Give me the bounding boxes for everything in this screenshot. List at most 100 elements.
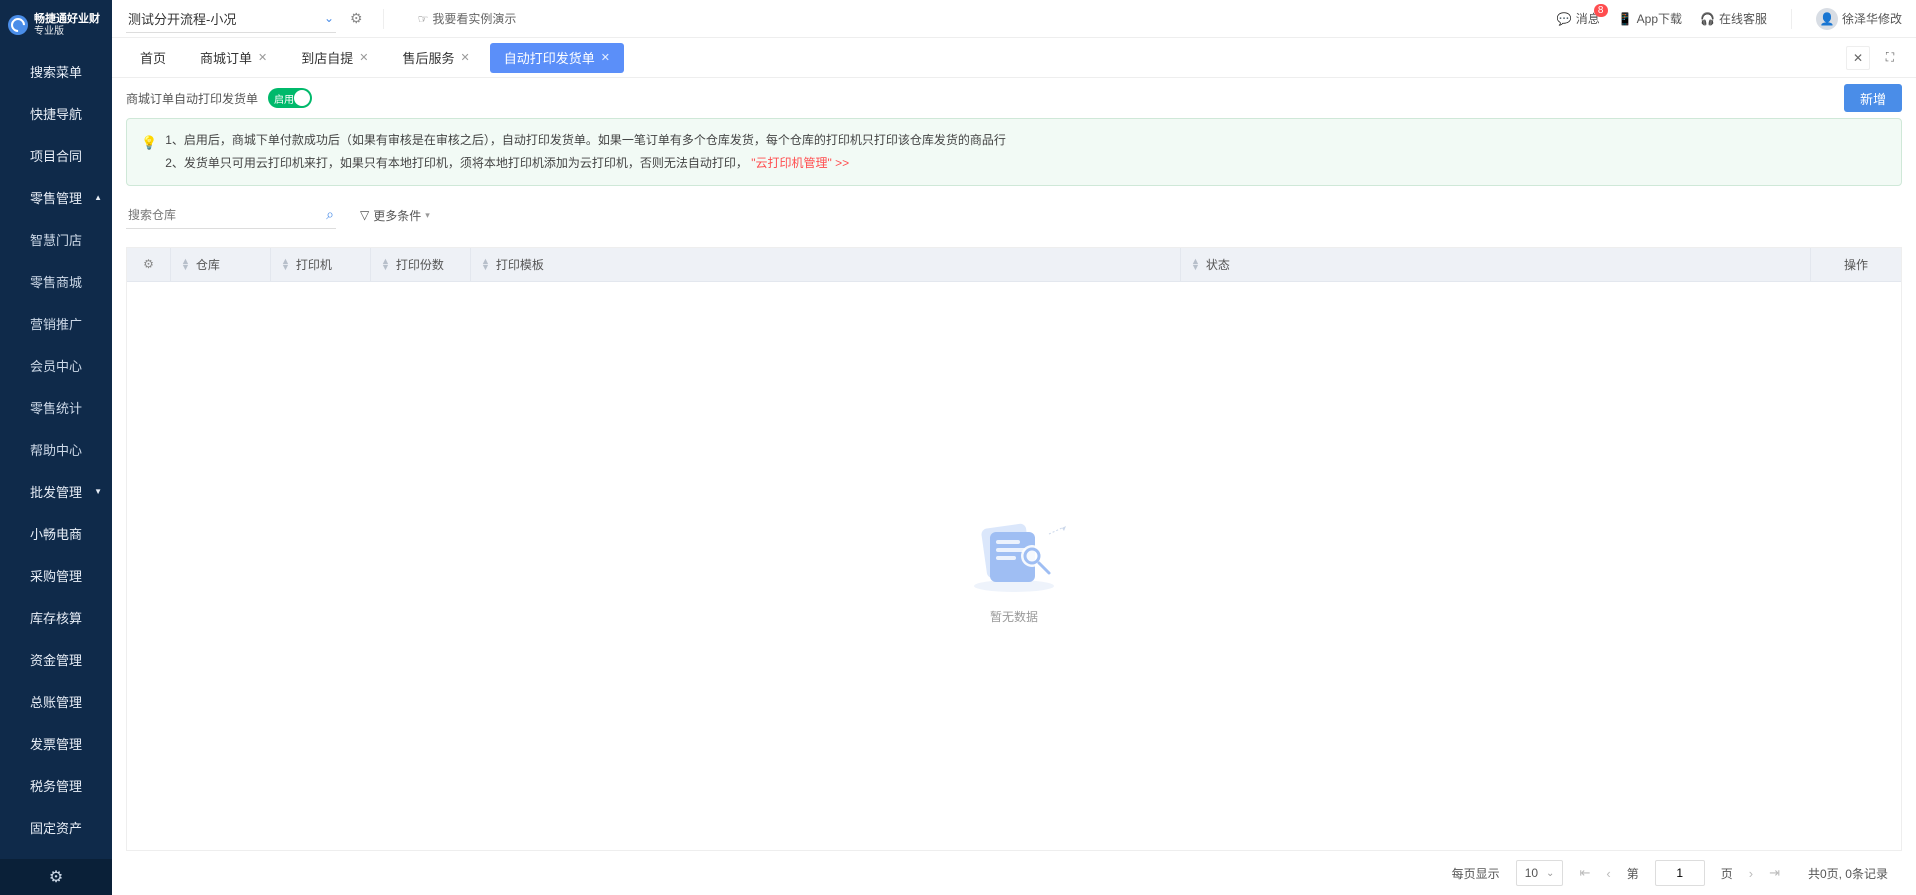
topbar: 测试分开流程-小况 ⌄ ⚙ ☞ 我要看实例演示 💬 消息 8 📱 App下载: [112, 0, 1916, 38]
tip-box: 💡 1、启用后，商城下单付款成功后（如果有审核是在审核之后），自动打印发货单。如…: [126, 118, 1902, 186]
sidebar-item-11[interactable]: 小畅电商: [0, 512, 112, 554]
tab-0[interactable]: 首页: [126, 43, 180, 73]
lightbulb-icon: 💡: [141, 131, 157, 175]
sort-icon: ▲▼: [181, 258, 190, 270]
sidebar-item-17[interactable]: 税务管理: [0, 764, 112, 806]
sidebar-item-label: 总账管理: [30, 692, 82, 711]
th-template[interactable]: ▲▼ 打印模板: [471, 248, 1181, 281]
tab-label: 到店自提: [301, 48, 353, 67]
chevron-icon: ▼: [94, 487, 102, 496]
tab-3[interactable]: 售后服务✕: [388, 43, 483, 73]
toolbar: 商城订单自动打印发货单 启用 新增: [112, 78, 1916, 118]
chevron-icon: ▲: [94, 193, 102, 202]
sidebar-item-label: 零售商城: [30, 272, 82, 291]
content: 💡 1、启用后，商城下单付款成功后（如果有审核是在审核之后），自动打印发货单。如…: [112, 118, 1916, 895]
headset-icon: 🎧: [1700, 12, 1715, 26]
per-page-value: 10: [1525, 866, 1538, 880]
sidebar-item-16[interactable]: 发票管理: [0, 722, 112, 764]
gear-icon[interactable]: [49, 867, 63, 887]
sidebar-item-13[interactable]: 库存核算: [0, 596, 112, 638]
chevron-down-icon: ⌄: [324, 11, 334, 25]
sidebar-item-5[interactable]: 零售商城: [0, 260, 112, 302]
empty-text: 暂无数据: [990, 608, 1038, 625]
sidebar-item-label: 快捷导航: [30, 104, 82, 123]
sidebar-item-label: 资金管理: [30, 650, 82, 669]
download-label: App下载: [1637, 10, 1682, 27]
sidebar-item-19[interactable]: 工资: [0, 848, 112, 859]
sidebar-item-9[interactable]: 帮助中心: [0, 428, 112, 470]
messages-badge: 8: [1594, 4, 1608, 17]
tab-2[interactable]: 到店自提 ✕: [287, 43, 382, 73]
sidebar-item-label: 搜索菜单: [30, 62, 82, 81]
first-page-button[interactable]: ⇤: [1579, 865, 1590, 881]
sidebar-item-label: 批发管理: [30, 482, 82, 501]
demo-link[interactable]: ☞ 我要看实例演示: [418, 10, 517, 27]
tab-label: 商城订单: [200, 48, 252, 67]
sidebar-item-6[interactable]: 营销推广: [0, 302, 112, 344]
sidebar-item-label: 税务管理: [30, 776, 82, 795]
sidebar-item-label: 帮助中心: [30, 440, 82, 459]
sidebar-item-12[interactable]: 采购管理: [0, 554, 112, 596]
sort-icon: ▲▼: [381, 258, 390, 270]
sidebar-item-8[interactable]: 零售统计: [0, 386, 112, 428]
sidebar-item-3[interactable]: 零售管理▲: [0, 176, 112, 218]
th-action: 操作: [1811, 248, 1901, 281]
support-button[interactable]: 🎧 在线客服: [1700, 10, 1767, 27]
new-button[interactable]: 新增: [1844, 84, 1902, 112]
last-page-button[interactable]: ⇥: [1769, 865, 1780, 881]
more-conditions-button[interactable]: ▽ 更多条件 ▾: [360, 207, 430, 224]
side-menu: 搜索菜单快捷导航项目合同零售管理▲智慧门店零售商城营销推广会员中心零售统计帮助中…: [0, 50, 112, 859]
page-input[interactable]: [1655, 860, 1705, 886]
close-icon[interactable]: ✕: [461, 51, 470, 64]
phone-icon: 📱: [1618, 12, 1633, 26]
sidebar-item-15[interactable]: 总账管理: [0, 680, 112, 722]
search-icon[interactable]: ⌕: [326, 206, 334, 223]
pagination-summary: 共0页, 0条记录: [1808, 865, 1888, 882]
app-download-button[interactable]: 📱 App下载: [1618, 10, 1682, 27]
close-icon[interactable]: ✕: [359, 51, 368, 64]
per-page-select[interactable]: 10 ⌄: [1516, 860, 1564, 886]
user-menu[interactable]: 👤 徐泽华修改: [1816, 8, 1902, 30]
tip-line2a: 2、发货单只可用云打印机来打，如果只有本地打印机，须将本地打印机添加为云打印机，…: [165, 156, 748, 170]
sidebar-item-label: 固定资产: [30, 818, 82, 837]
sort-icon: ▲▼: [1191, 258, 1200, 270]
chevron-down-icon: ▾: [425, 210, 430, 221]
search-input[interactable]: [126, 202, 336, 228]
close-icon[interactable]: ✕: [601, 51, 610, 64]
close-all-tabs-button[interactable]: ✕: [1846, 46, 1870, 70]
table: ⚙ ▲▼ 仓库 ▲▼ 打印机 ▲▼ 打印份数 ▲▼ 打: [126, 247, 1902, 851]
sidebar-item-1[interactable]: 快捷导航: [0, 92, 112, 134]
th-warehouse[interactable]: ▲▼ 仓库: [171, 248, 271, 281]
topbar-gear-icon[interactable]: ⚙: [350, 10, 363, 27]
sidebar-item-label: 营销推广: [30, 314, 82, 333]
brand-line2: 专业版: [34, 26, 100, 37]
logo-icon: [8, 15, 28, 35]
sidebar-item-0[interactable]: 搜索菜单: [0, 50, 112, 92]
username: 徐泽华修改: [1842, 10, 1902, 27]
sidebar-item-label: 小畅电商: [30, 524, 82, 543]
messages-button[interactable]: 💬 消息 8: [1557, 10, 1600, 27]
close-icon[interactable]: ✕: [258, 51, 267, 64]
sidebar-item-label: 项目合同: [30, 146, 82, 165]
th-status[interactable]: ▲▼ 状态: [1181, 248, 1811, 281]
enable-toggle[interactable]: 启用: [268, 88, 312, 108]
org-name: 测试分开流程-小况: [128, 9, 236, 28]
tab-1[interactable]: 商城订单 ✕: [186, 43, 281, 73]
fullscreen-icon[interactable]: ⛶: [1878, 46, 1902, 70]
sidebar-item-18[interactable]: 固定资产: [0, 806, 112, 848]
sidebar-item-7[interactable]: 会员中心: [0, 344, 112, 386]
org-selector[interactable]: 测试分开流程-小况 ⌄: [126, 5, 336, 33]
th-copies[interactable]: ▲▼ 打印份数: [371, 248, 471, 281]
sidebar-item-10[interactable]: 批发管理 ▼: [0, 470, 112, 512]
sidebar-item-14[interactable]: 资金管理: [0, 638, 112, 680]
sidebar-item-4[interactable]: 智慧门店: [0, 218, 112, 260]
next-page-button[interactable]: ›: [1749, 866, 1753, 881]
chat-icon: 💬: [1557, 12, 1572, 26]
column-settings-button[interactable]: ⚙: [127, 248, 171, 281]
sidebar-item-label: 采购管理: [30, 566, 82, 585]
sidebar-item-2[interactable]: 项目合同: [0, 134, 112, 176]
prev-page-button[interactable]: ‹: [1606, 866, 1610, 881]
cloud-printer-link[interactable]: "云打印机管理" >>: [751, 156, 849, 170]
tab-4[interactable]: 自动打印发货单✕: [490, 43, 624, 73]
th-printer[interactable]: ▲▼ 打印机: [271, 248, 371, 281]
